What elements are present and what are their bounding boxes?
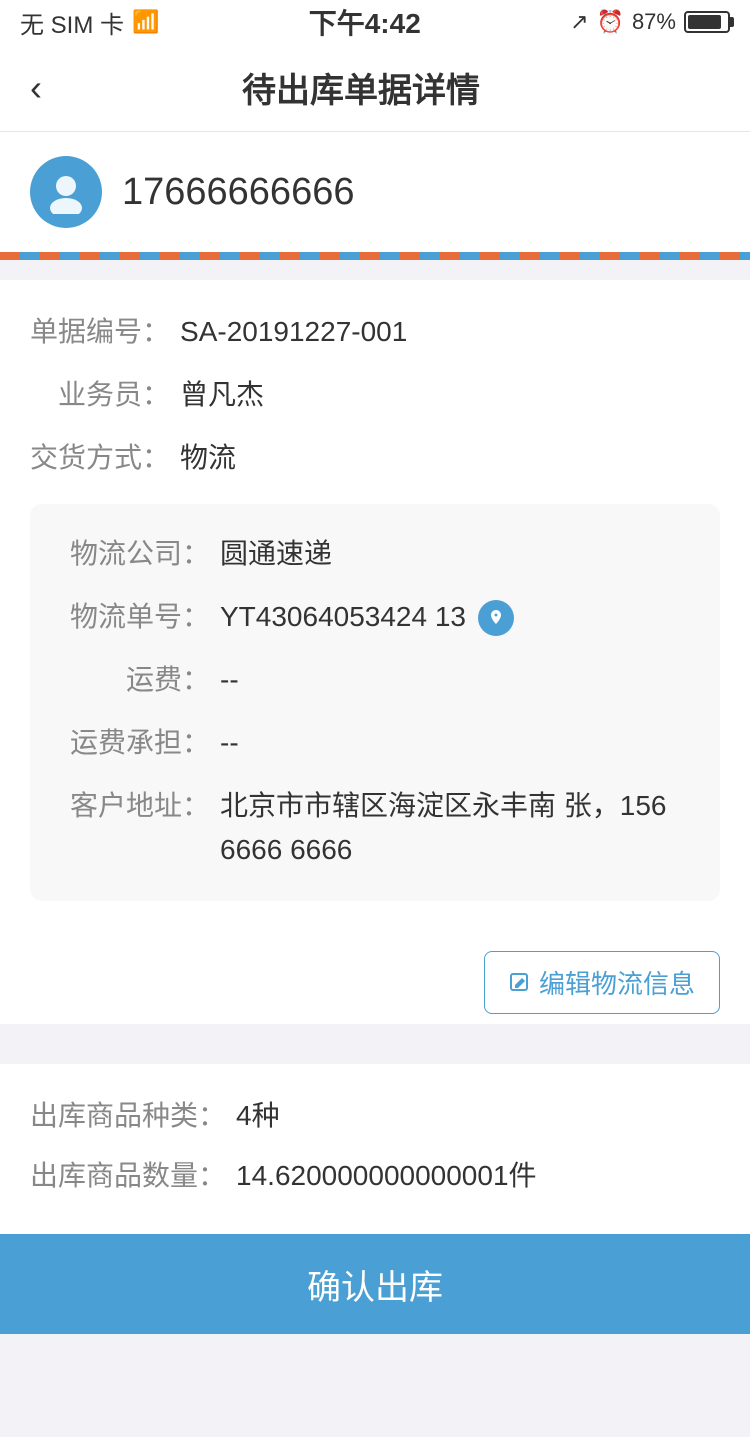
product-info-section: 出库商品种类： 4种 出库商品数量： 14.620000000000001件 xyxy=(0,1064,750,1224)
battery-percent: 87% xyxy=(632,9,676,35)
address-value: 北京市市辖区海淀区永丰南 张，156 6666 6666 xyxy=(220,784,690,874)
product-types-row: 出库商品种类： 4种 xyxy=(30,1094,720,1134)
status-right: ↗ ⏰ 87% xyxy=(570,9,730,35)
location-icon[interactable] xyxy=(478,600,514,636)
freight-bearer-value: -- xyxy=(220,721,690,766)
product-quantity-row: 出库商品数量： 14.620000000000001件 xyxy=(30,1154,720,1194)
sales-person-value: 曾凡杰 xyxy=(180,373,720,418)
nav-bar: ‹ 待出库单据详情 xyxy=(0,44,750,132)
tracking-number: YT43064053424 13 xyxy=(220,595,466,640)
logistics-company-label: 物流公司： xyxy=(60,532,220,577)
tracking-value: YT43064053424 13 xyxy=(220,595,690,640)
carrier-text: 无 SIM 卡 xyxy=(20,5,124,40)
status-left: 无 SIM 卡 📶 xyxy=(20,5,159,40)
status-bar: 无 SIM 卡 📶 下午4:42 ↗ ⏰ 87% xyxy=(0,0,750,44)
status-time: 下午4:42 xyxy=(309,2,421,42)
section-divider-1 xyxy=(0,1024,750,1044)
confirm-bar[interactable]: 确认出库 xyxy=(0,1234,750,1334)
sales-person-label: 业务员： xyxy=(30,373,180,418)
tracking-row: 物流单号： YT43064053424 13 xyxy=(60,595,690,640)
logistics-company-row: 物流公司： 圆通速递 xyxy=(60,532,690,577)
location-status-icon: ↗ xyxy=(570,9,588,35)
alarm-icon: ⏰ xyxy=(597,9,624,35)
delivery-method-row: 交货方式： 物流 xyxy=(30,436,720,481)
product-types-label: 出库商品种类： xyxy=(30,1094,236,1134)
freight-bearer-label: 运费承担： xyxy=(60,721,220,766)
order-number-label: 单据编号： xyxy=(30,310,180,355)
battery-fill xyxy=(688,15,721,29)
freight-bearer-row: 运费承担： -- xyxy=(60,721,690,766)
page-title: 待出库单据详情 xyxy=(62,63,660,112)
wifi-icon: 📶 xyxy=(132,9,159,35)
product-quantity-value: 14.620000000000001件 xyxy=(236,1154,537,1194)
freight-row: 运费： -- xyxy=(60,658,690,703)
freight-value: -- xyxy=(220,658,690,703)
back-button[interactable]: ‹ xyxy=(30,67,42,109)
dashed-divider xyxy=(0,252,750,260)
delivery-method-value: 物流 xyxy=(180,436,720,481)
bottom-spacer xyxy=(0,1317,750,1437)
edit-icon xyxy=(509,972,531,994)
order-number-value: SA-20191227-001 xyxy=(180,310,720,355)
edit-button-row: 编辑物流信息 xyxy=(0,931,750,1024)
avatar xyxy=(30,156,102,228)
tracking-label: 物流单号： xyxy=(60,595,220,640)
user-phone: 17666666666 xyxy=(122,171,354,214)
edit-logistics-label: 编辑物流信息 xyxy=(539,964,695,1001)
basic-info-section: 单据编号： SA-20191227-001 业务员： 曾凡杰 交货方式： 物流 … xyxy=(0,280,750,931)
logistics-company-value: 圆通速递 xyxy=(220,532,690,577)
address-row: 客户地址： 北京市市辖区海淀区永丰南 张，156 6666 6666 xyxy=(60,784,690,874)
user-header: 17666666666 xyxy=(0,132,750,252)
address-label: 客户地址： xyxy=(60,784,220,829)
confirm-text: 确认出库 xyxy=(307,1260,443,1309)
product-types-value: 4种 xyxy=(236,1094,280,1134)
sales-person-row: 业务员： 曾凡杰 xyxy=(30,373,720,418)
logistics-card: 物流公司： 圆通速递 物流单号： YT43064053424 13 运费： --… xyxy=(30,504,720,901)
freight-label: 运费： xyxy=(60,658,220,703)
delivery-method-label: 交货方式： xyxy=(30,436,180,481)
product-quantity-label: 出库商品数量： xyxy=(30,1154,236,1194)
edit-logistics-button[interactable]: 编辑物流信息 xyxy=(484,951,720,1014)
battery-icon xyxy=(684,11,730,33)
order-number-row: 单据编号： SA-20191227-001 xyxy=(30,310,720,355)
